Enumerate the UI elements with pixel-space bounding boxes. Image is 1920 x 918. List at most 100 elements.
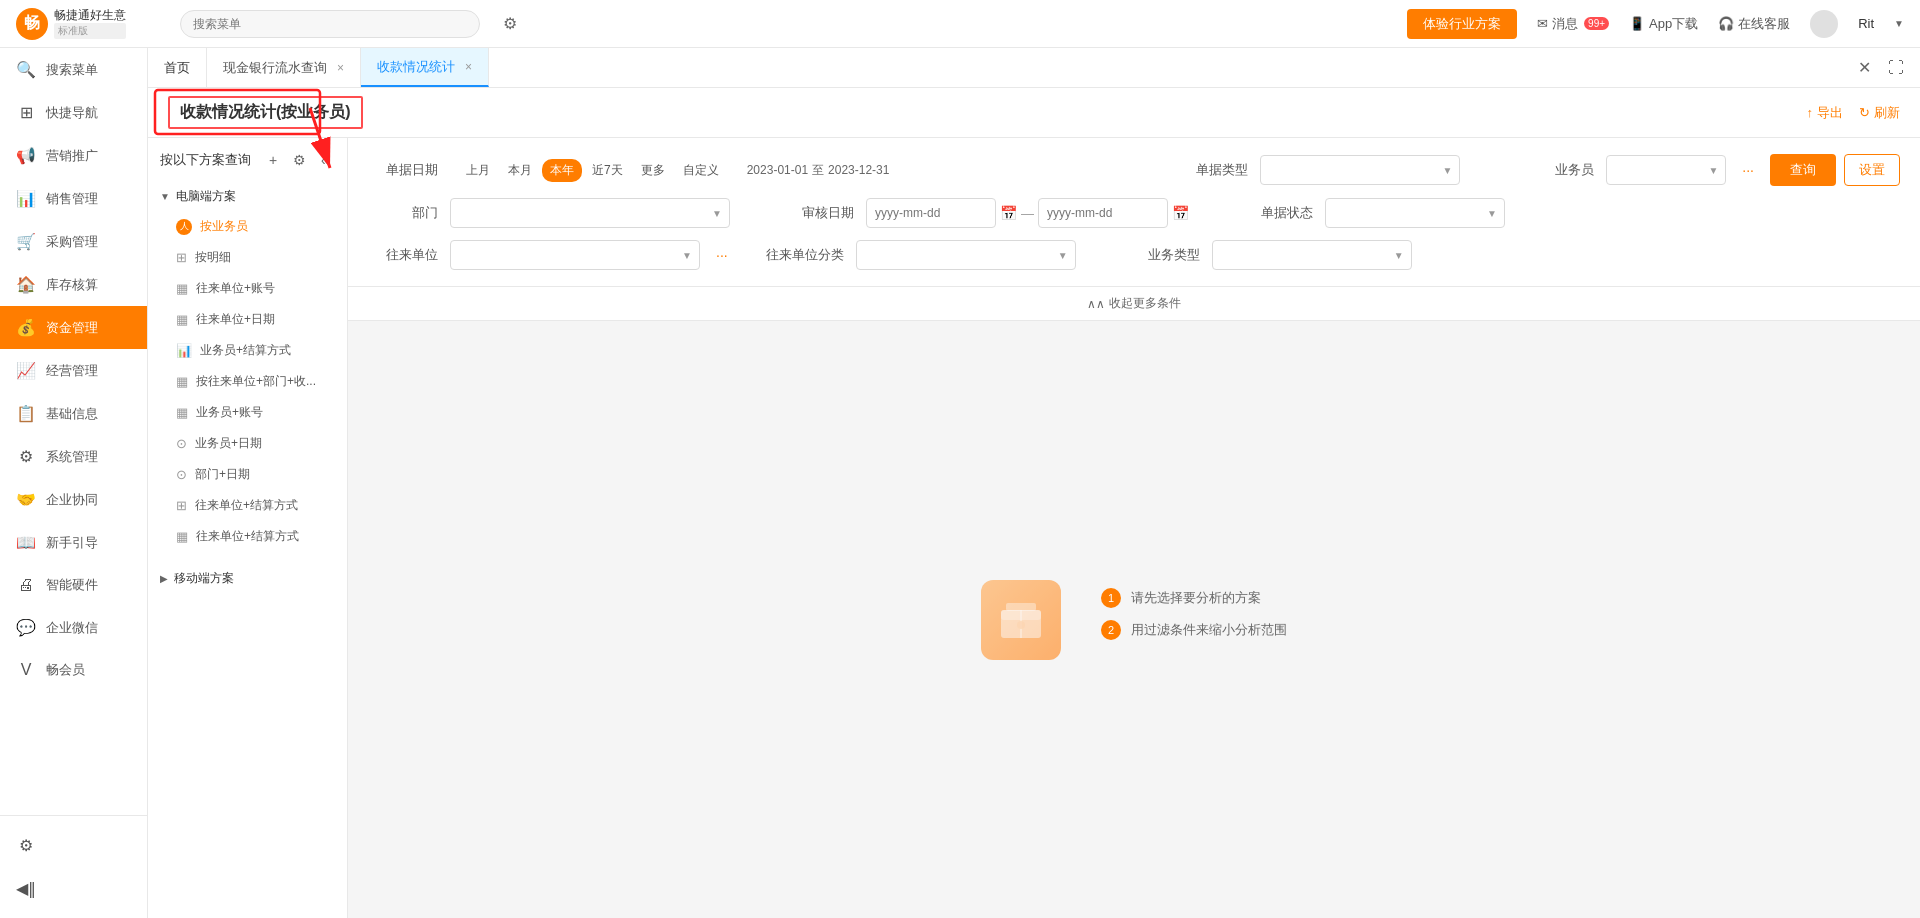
sidebar-item-quick-nav[interactable]: ⊞ 快捷导航 bbox=[0, 91, 147, 134]
tab-receivables-close-icon[interactable]: × bbox=[465, 60, 472, 74]
sidebar-item-system[interactable]: ⚙ 系统管理 bbox=[0, 435, 147, 478]
scheme-settings-icon[interactable]: ⚙ bbox=[289, 150, 309, 170]
tab-cashflow[interactable]: 现金银行流水查询 × bbox=[207, 48, 361, 87]
salesperson-more-btn[interactable]: ··· bbox=[1738, 162, 1758, 178]
voucher-status-select[interactable] bbox=[1325, 198, 1505, 228]
dept-date-icon: ⊙ bbox=[176, 467, 187, 482]
voucher-type-select[interactable] bbox=[1260, 155, 1460, 185]
date-tab-custom[interactable]: 自定义 bbox=[675, 159, 727, 182]
scheme-counterpart-settlement2[interactable]: ▦ 往来单位+结算方式 bbox=[148, 521, 347, 552]
user-avatar[interactable] bbox=[1810, 10, 1838, 38]
empty-step-1: 1 请先选择要分析的方案 bbox=[1101, 588, 1287, 608]
sidebar-item-smart-hw[interactable]: 🖨 智能硬件 bbox=[0, 564, 147, 606]
sidebar-item-basic-info[interactable]: 📋 基础信息 bbox=[0, 392, 147, 435]
sidebar-item-inventory[interactable]: 🏠 库存核算 bbox=[0, 263, 147, 306]
collapse-panel-icon[interactable]: « bbox=[315, 150, 335, 170]
review-date-from-input[interactable] bbox=[866, 198, 996, 228]
date-tab-more[interactable]: 更多 bbox=[633, 159, 673, 182]
query-button[interactable]: 查询 bbox=[1770, 154, 1836, 186]
counterpart-category-select[interactable] bbox=[856, 240, 1076, 270]
scheme-salesperson-account-label: 业务员+账号 bbox=[196, 404, 263, 421]
date-tab-7days[interactable]: 近7天 bbox=[584, 159, 631, 182]
refresh-button[interactable]: ↻ 刷新 bbox=[1859, 104, 1900, 122]
sidebar-item-operations[interactable]: 📈 经营管理 bbox=[0, 349, 147, 392]
wechat-icon: 💬 bbox=[16, 618, 36, 637]
tab-receivables[interactable]: 收款情况统计 × bbox=[361, 48, 489, 87]
mobile-arrow-icon: ▶ bbox=[160, 573, 168, 584]
search-input[interactable] bbox=[180, 10, 480, 38]
tab-close-window-icon[interactable]: ✕ bbox=[1852, 56, 1876, 80]
operations-icon: 📈 bbox=[16, 361, 36, 380]
sidebar-item-marketing[interactable]: 📢 营销推广 bbox=[0, 134, 147, 177]
scheme-counterpart-dept[interactable]: ▦ 按往来单位+部门+收... bbox=[148, 366, 347, 397]
online-service-button[interactable]: 🎧 在线客服 bbox=[1718, 15, 1790, 33]
sidebar-item-sales[interactable]: 📊 销售管理 bbox=[0, 177, 147, 220]
voucher-status-select-wrap: ▼ bbox=[1325, 198, 1505, 228]
counterpart-more-btn[interactable]: ··· bbox=[712, 247, 732, 263]
review-date-to-input[interactable] bbox=[1038, 198, 1168, 228]
sidebar-item-guide[interactable]: 📖 新手引导 bbox=[0, 521, 147, 564]
download-icon: 📱 bbox=[1629, 16, 1645, 31]
mobile-group-header[interactable]: ▶ 移动端方案 bbox=[148, 564, 347, 593]
filter-row-3: 往来单位 ▼ ··· 往来单位分类 ▼ bbox=[368, 240, 1900, 270]
sidebar-item-search[interactable]: 🔍 搜索菜单 bbox=[0, 48, 147, 91]
logo-area: 畅 畅捷通好生意 标准版 bbox=[16, 8, 164, 40]
sidebar-item-finance[interactable]: 💰 资金管理 bbox=[0, 306, 147, 349]
step-2-text: 用过滤条件来缩小分析范围 bbox=[1131, 621, 1287, 639]
export-button[interactable]: ↑ 导出 bbox=[1807, 104, 1844, 122]
content-area: 按以下方案查询 + ⚙ « ▼ 电脑端方案 人 按业务员 bbox=[148, 138, 1920, 918]
user-dropdown-arrow-icon[interactable]: ▼ bbox=[1894, 18, 1904, 29]
review-to-calendar-icon[interactable]: 📅 bbox=[1172, 205, 1189, 221]
guide-icon: 📖 bbox=[16, 533, 36, 552]
settings-filter-button[interactable]: 设置 bbox=[1844, 154, 1900, 186]
left-panel: 按以下方案查询 + ⚙ « ▼ 电脑端方案 人 按业务员 bbox=[148, 138, 348, 918]
business-type-select-wrap: ▼ bbox=[1212, 240, 1412, 270]
scheme-by-salesperson[interactable]: 人 按业务员 bbox=[148, 211, 347, 242]
voucher-status-label: 单据状态 bbox=[1243, 204, 1313, 222]
scheme-salesperson-date[interactable]: ⊙ 业务员+日期 bbox=[148, 428, 347, 459]
sidebar-item-search-label: 搜索菜单 bbox=[46, 61, 98, 79]
tab-actions: ✕ ⛶ bbox=[1840, 48, 1920, 87]
refresh-label: 刷新 bbox=[1874, 104, 1900, 122]
date-tab-this-year[interactable]: 本年 bbox=[542, 159, 582, 182]
sidebar-item-member[interactable]: V 畅会员 bbox=[0, 649, 147, 691]
scheme-salesperson-account[interactable]: ▦ 业务员+账号 bbox=[148, 397, 347, 428]
sidebar-item-enterprise[interactable]: 🤝 企业协同 bbox=[0, 478, 147, 521]
add-scheme-button[interactable]: + bbox=[263, 150, 283, 170]
review-date-input: 📅 — 📅 bbox=[866, 198, 1189, 228]
app-name: 畅捷通好生意 bbox=[54, 8, 126, 24]
sidebar-collapse-btn[interactable]: ◀‖ bbox=[0, 867, 147, 910]
date-tab-last-month[interactable]: 上月 bbox=[458, 159, 498, 182]
purchase-icon: 🛒 bbox=[16, 232, 36, 251]
empty-area: 1 请先选择要分析的方案 2 用过滤条件来缩小分析范围 bbox=[348, 321, 1920, 918]
empty-box-icon bbox=[981, 580, 1061, 660]
scheme-salesperson-settlement[interactable]: 📊 业务员+结算方式 bbox=[148, 335, 347, 366]
salesperson-select[interactable] bbox=[1606, 155, 1726, 185]
collapse-bar[interactable]: ∧∧ 收起更多条件 bbox=[348, 287, 1920, 321]
sidebar-item-wechat[interactable]: 💬 企业微信 bbox=[0, 606, 147, 649]
tab-cashflow-label: 现金银行流水查询 bbox=[223, 59, 327, 77]
tab-maximize-icon[interactable]: ⛶ bbox=[1884, 56, 1908, 80]
date-tab-this-month[interactable]: 本月 bbox=[500, 159, 540, 182]
scheme-counterpart-account[interactable]: ▦ 往来单位+账号 bbox=[148, 273, 347, 304]
tab-home[interactable]: 首页 bbox=[148, 48, 207, 87]
scheme-dept-date[interactable]: ⊙ 部门+日期 bbox=[148, 459, 347, 490]
gear-icon[interactable]: ⚙ bbox=[496, 10, 524, 38]
sidebar-settings-btn[interactable]: ⚙ bbox=[0, 824, 147, 867]
scheme-counterpart-settlement1[interactable]: ⊞ 往来单位+结算方式 bbox=[148, 490, 347, 521]
counterpart-select[interactable] bbox=[450, 240, 700, 270]
app-download-label: App下载 bbox=[1649, 15, 1698, 33]
review-from-calendar-icon[interactable]: 📅 bbox=[1000, 205, 1017, 221]
desktop-group-header[interactable]: ▼ 电脑端方案 bbox=[148, 182, 347, 211]
sidebar-item-marketing-label: 营销推广 bbox=[46, 147, 98, 165]
scheme-by-detail[interactable]: ⊞ 按明细 bbox=[148, 242, 347, 273]
empty-steps: 1 请先选择要分析的方案 2 用过滤条件来缩小分析范围 bbox=[1101, 588, 1287, 652]
sidebar-item-purchase[interactable]: 🛒 采购管理 bbox=[0, 220, 147, 263]
business-type-select[interactable] bbox=[1212, 240, 1412, 270]
tab-cashflow-close-icon[interactable]: × bbox=[337, 61, 344, 75]
dept-select[interactable] bbox=[450, 198, 730, 228]
trial-button[interactable]: 体验行业方案 bbox=[1407, 9, 1517, 39]
scheme-counterpart-date[interactable]: ▦ 往来单位+日期 bbox=[148, 304, 347, 335]
messages-button[interactable]: ✉ 消息 99+ bbox=[1537, 15, 1609, 33]
app-download-button[interactable]: 📱 App下载 bbox=[1629, 15, 1698, 33]
